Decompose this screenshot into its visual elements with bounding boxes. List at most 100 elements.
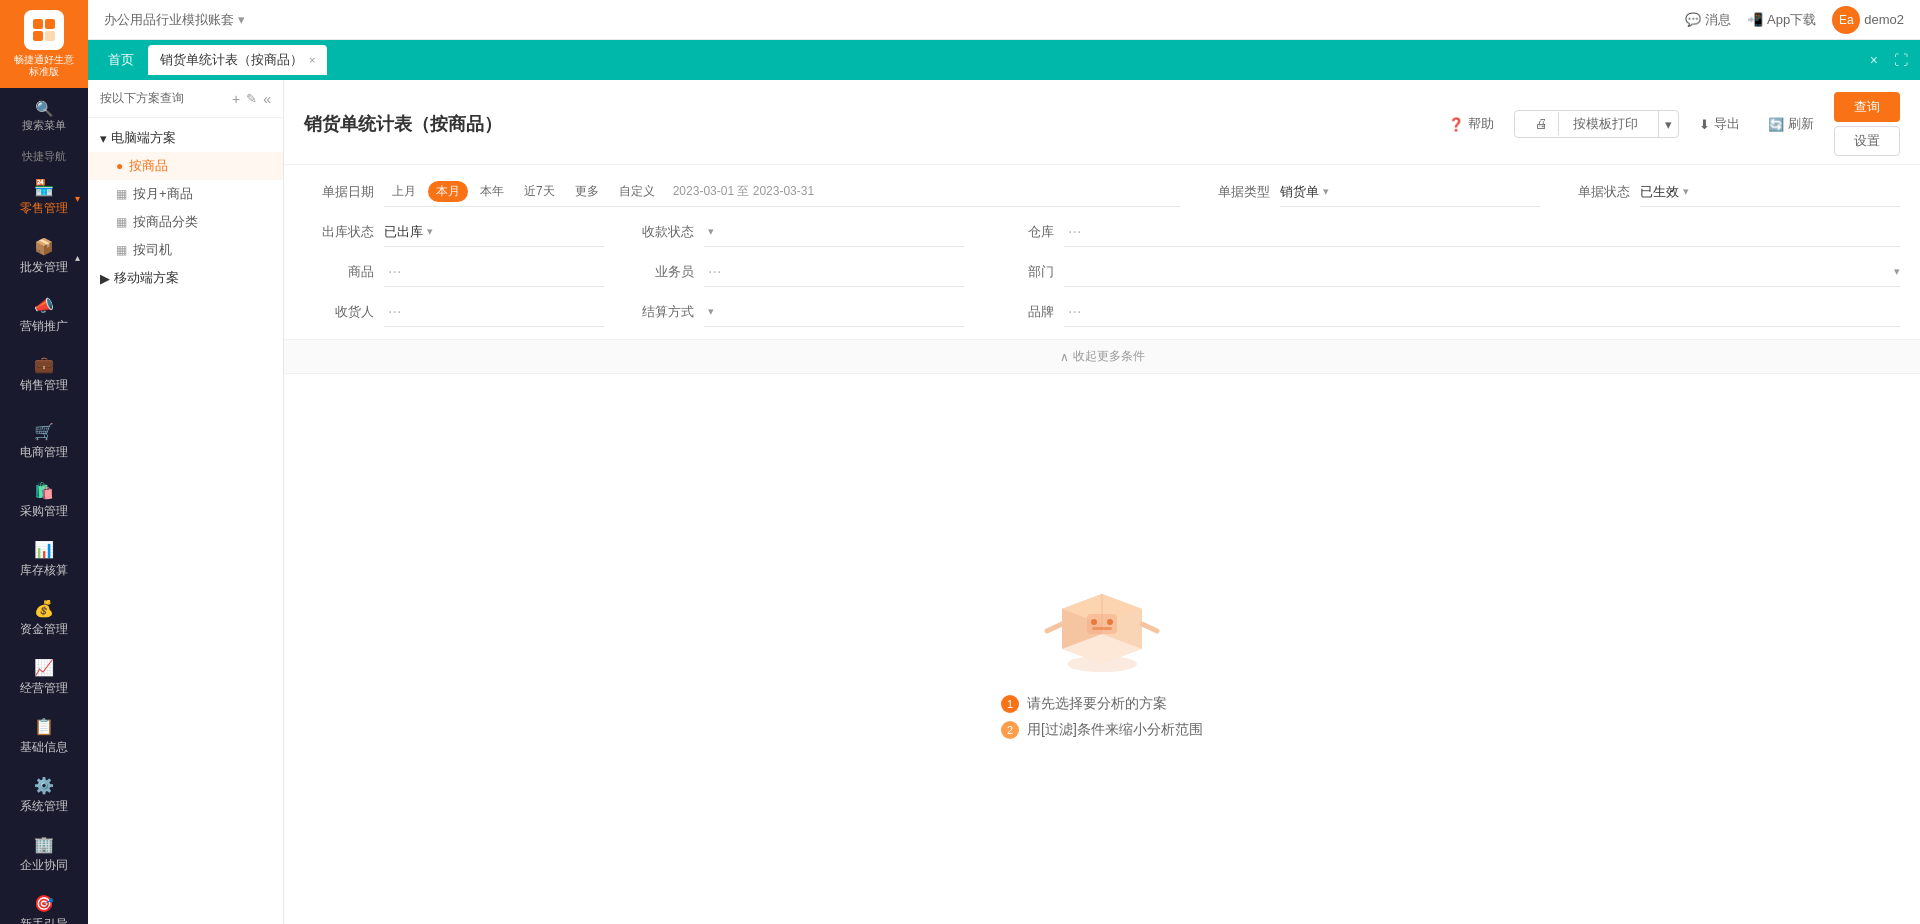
warehouse-dots[interactable]: ··· <box>1068 223 1081 241</box>
sidebar-item-enterprise[interactable]: 🏢 企业协同 <box>0 825 88 884</box>
sidebar-item-basic[interactable]: 📋 基础信息 <box>0 707 88 766</box>
sidebar-logo[interactable]: 畅捷通好生意标准版 <box>0 0 88 88</box>
doc-status-value: 已生效 <box>1640 183 1679 201</box>
newbie-icon: 🎯 <box>34 894 54 913</box>
doc-status-dropdown[interactable]: 已生效 ▾ <box>1640 183 1689 201</box>
out-status-value: 已出库 <box>384 223 423 241</box>
payment-dropdown[interactable]: ▾ <box>704 305 714 318</box>
main-area: 办公用品行业模拟账套 ▾ 💬 消息 📲 App下载 Ea demo2 首页 <box>88 0 1920 924</box>
date-btn-7days[interactable]: 近7天 <box>516 181 563 202</box>
date-btn-this-year[interactable]: 本年 <box>472 181 512 202</box>
topbar-dropdown-arrow[interactable]: ▾ <box>238 12 245 27</box>
sidebar-item-newbie[interactable]: 🎯 新手引导 <box>0 884 88 924</box>
date-btn-more[interactable]: 更多 <box>567 181 607 202</box>
svg-rect-2 <box>33 31 43 41</box>
sidebar-nav-label-kuaijie[interactable]: 快捷导航 <box>0 141 88 168</box>
tab-sales-report[interactable]: 销货单统计表（按商品） × <box>148 45 327 75</box>
query-button[interactable]: 查询 <box>1834 92 1900 122</box>
doc-type-control: 销货单 ▾ <box>1280 177 1540 207</box>
doc-status-control: 已生效 ▾ <box>1640 177 1900 207</box>
tree-item-by-month-product[interactable]: ▦ 按月+商品 <box>88 180 283 208</box>
app-download-action[interactable]: 📲 App下载 <box>1747 11 1816 29</box>
product-dots[interactable]: ··· <box>388 263 401 281</box>
help-label: 帮助 <box>1468 115 1494 133</box>
receiver-label: 收货人 <box>304 303 384 321</box>
svg-rect-0 <box>33 19 43 29</box>
print-button[interactable]: 🖨 按模板打印 <box>1515 111 1659 137</box>
settings-button[interactable]: 设置 <box>1834 126 1900 156</box>
date-btn-last-month[interactable]: 上月 <box>384 181 424 202</box>
tab-close-button[interactable]: × <box>309 54 315 66</box>
doc-type-label: 单据类型 <box>1200 183 1280 201</box>
schema-panel-title: 按以下方案查询 <box>100 90 184 107</box>
window-close-button[interactable]: × <box>1866 48 1882 72</box>
tab-home-label: 首页 <box>108 51 134 69</box>
svg-line-14 <box>1047 624 1062 631</box>
tree-item-by-product[interactable]: ● 按商品 <box>88 152 283 180</box>
tree-group-mobile-header[interactable]: ▶ 移动端方案 <box>88 264 283 292</box>
collapse-bar[interactable]: ∧ 收起更多条件 <box>284 340 1920 374</box>
tree-item-by-driver[interactable]: ▦ 按司机 <box>88 236 283 264</box>
warehouse-label: 仓库 <box>984 223 1064 241</box>
sidebar-search[interactable]: 🔍 搜索菜单 <box>0 88 88 141</box>
date-btn-custom[interactable]: 自定义 <box>611 181 663 202</box>
sidebar-item-operations[interactable]: 📈 经营管理 <box>0 648 88 707</box>
filter-row-status: 出库状态 已出库 ▾ 收款状态 ▾ 仓库 <box>304 217 1900 247</box>
window-maximize-button[interactable]: ⛶ <box>1890 48 1912 72</box>
salesman-dots[interactable]: ··· <box>708 263 721 281</box>
tab-home[interactable]: 首页 <box>96 45 146 75</box>
sidebar-item-purchase[interactable]: 🛍️ 采购管理 <box>0 471 88 530</box>
retail-icon: 🏪 <box>34 178 54 197</box>
user-profile[interactable]: Ea demo2 <box>1832 6 1904 34</box>
grid-icon-2: ▦ <box>116 215 127 229</box>
export-label: 导出 <box>1714 115 1740 133</box>
basic-icon: 📋 <box>34 717 54 736</box>
out-status-dropdown[interactable]: 已出库 ▾ <box>384 223 433 241</box>
schema-panel: 按以下方案查询 + ✎ « ▾ 电脑端方案 ● 按商品 <box>88 80 284 924</box>
date-btn-this-month[interactable]: 本月 <box>428 181 468 202</box>
avatar: Ea <box>1832 6 1860 34</box>
schema-collapse-button[interactable]: « <box>263 91 271 107</box>
doc-type-dropdown[interactable]: 销货单 ▾ <box>1280 183 1329 201</box>
refresh-button[interactable]: 🔄 刷新 <box>1760 111 1822 137</box>
svg-point-12 <box>1107 619 1113 625</box>
sidebar-item-finance-label: 资金管理 <box>20 621 68 638</box>
topbar-title: 办公用品行业模拟账套 ▾ <box>104 11 245 29</box>
salesman-control: ··· <box>704 257 964 287</box>
brand-dots[interactable]: ··· <box>1068 303 1081 321</box>
sidebar-item-marketing-label: 营销推广 <box>20 318 68 335</box>
marketing-icon: 📣 <box>34 296 54 315</box>
step-number-1: 1 <box>1001 695 1019 713</box>
svg-rect-13 <box>1092 627 1112 630</box>
sidebar-item-marketing[interactable]: 📣 营销推广 <box>0 286 88 345</box>
sidebar-item-purchase-label: 采购管理 <box>20 503 68 520</box>
dot-icon: ● <box>116 159 123 173</box>
receiver-dots[interactable]: ··· <box>388 303 401 321</box>
sidebar-item-wholesale[interactable]: 📦 批发管理 ▴ <box>0 227 88 286</box>
receipt-status-dropdown[interactable]: ▾ <box>704 225 714 238</box>
sidebar-item-finance[interactable]: 💰 资金管理 <box>0 589 88 648</box>
sidebar-item-ecommerce[interactable]: 🛒 电商管理 <box>0 412 88 471</box>
help-button[interactable]: ❓ 帮助 <box>1440 111 1502 137</box>
warehouse-control: ··· <box>1064 217 1900 247</box>
schema-edit-button[interactable]: ✎ <box>246 91 257 107</box>
message-action[interactable]: 💬 消息 <box>1685 11 1731 29</box>
filter-row-receiver: 收货人 ··· 结算方式 ▾ 品牌 ··· <box>304 297 1900 327</box>
sidebar-item-retail[interactable]: 🏪 零售管理 ▾ <box>0 168 88 227</box>
sidebar-item-sales[interactable]: 💼 销售管理 <box>0 345 88 404</box>
brand-control: ··· <box>1064 297 1900 327</box>
export-button[interactable]: ⬇ 导出 <box>1691 111 1748 137</box>
tabbar: 首页 销货单统计表（按商品） × × ⛶ <box>88 40 1920 80</box>
tree-item-by-category[interactable]: ▦ 按商品分类 <box>88 208 283 236</box>
chevron-up-icon: ▴ <box>75 251 80 262</box>
empty-text: 1 请先选择要分析的方案 2 用[过滤]条件来缩小分析范围 <box>1001 695 1203 739</box>
print-dropdown-button[interactable]: ▾ <box>1659 113 1678 136</box>
topbar: 办公用品行业模拟账套 ▾ 💬 消息 📲 App下载 Ea demo2 <box>88 0 1920 40</box>
schema-add-button[interactable]: + <box>232 91 240 107</box>
tree-group-arrow-mobile: ▶ <box>100 271 110 286</box>
date-filter-control: 上月 本月 本年 近7天 更多 自定义 2023-03-01 至 2023-03… <box>384 177 1180 207</box>
sidebar-item-inventory[interactable]: 📊 库存核算 <box>0 530 88 589</box>
tree-group-desktop-header[interactable]: ▾ 电脑端方案 <box>88 124 283 152</box>
sidebar-item-system[interactable]: ⚙️ 系统管理 <box>0 766 88 825</box>
tree-item-by-month-product-label: 按月+商品 <box>133 185 193 203</box>
